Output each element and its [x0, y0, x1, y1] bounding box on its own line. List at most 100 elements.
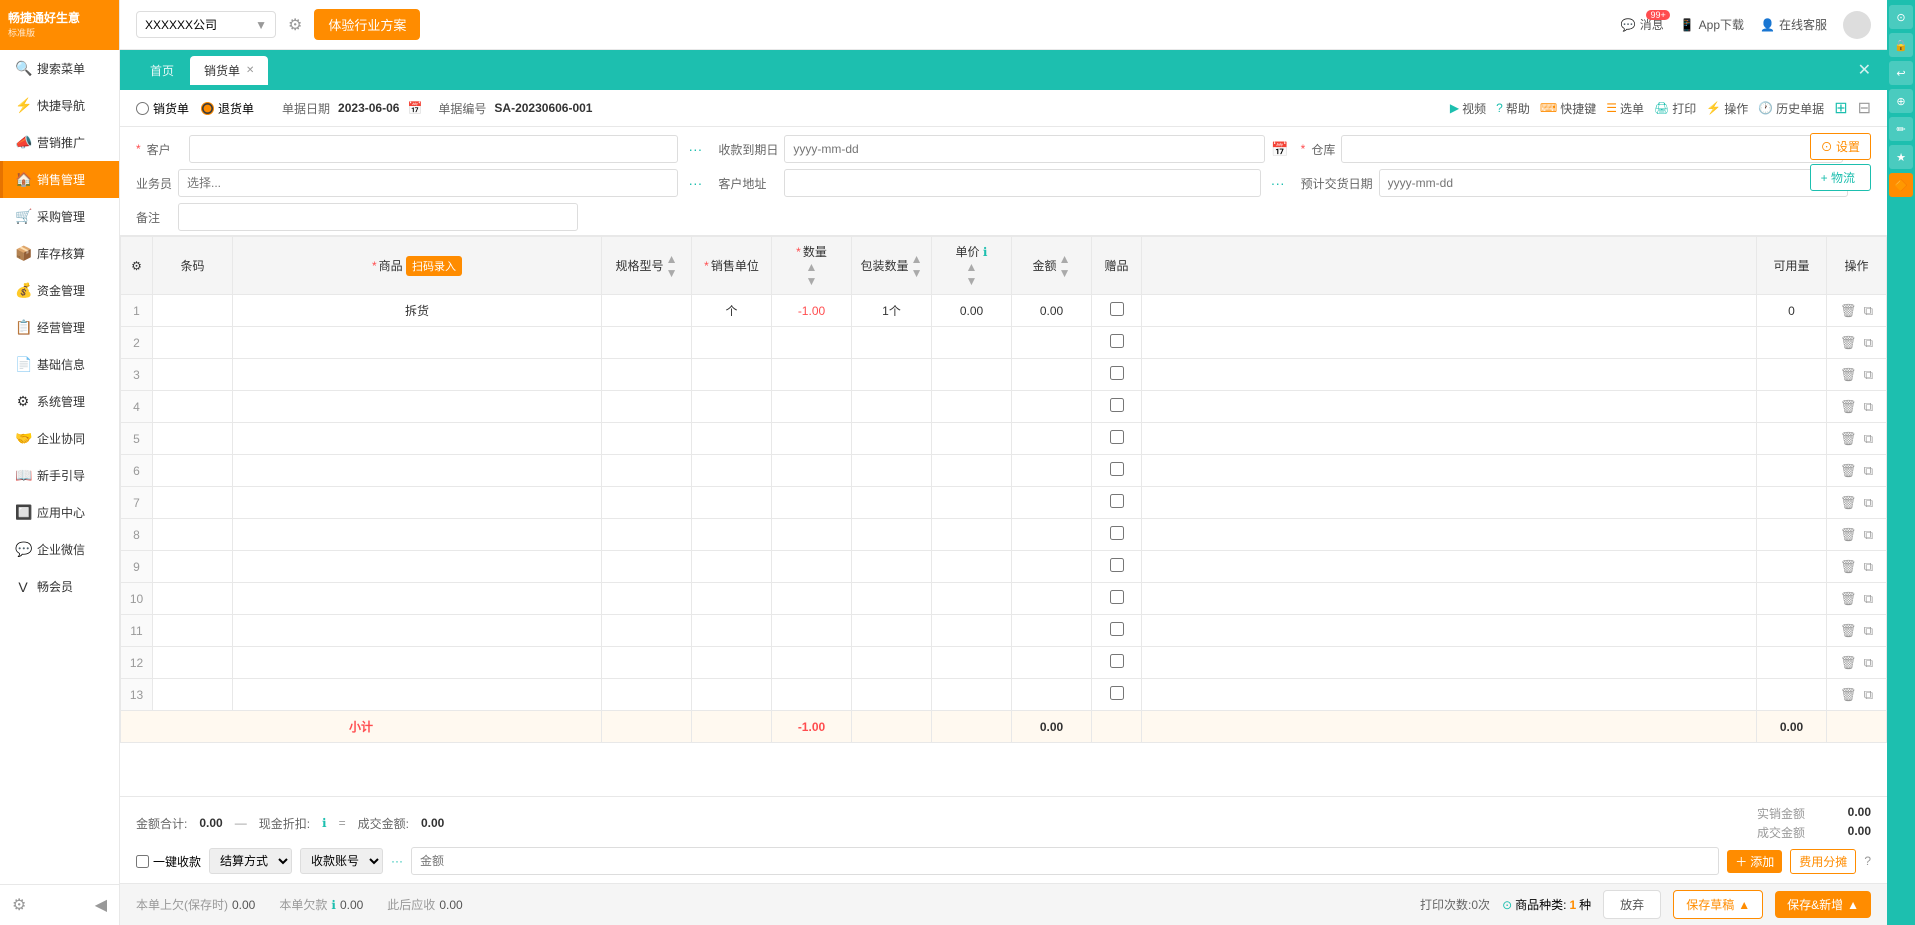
- warehouse-input[interactable]: 建材仓: [1341, 135, 1843, 163]
- row-gift-12[interactable]: [1092, 679, 1142, 711]
- row-product-4[interactable]: [233, 423, 602, 455]
- row-barcode-0[interactable]: [153, 295, 233, 327]
- copy-icon-10[interactable]: ⧉: [1864, 623, 1873, 638]
- row-spec-5[interactable]: [602, 455, 692, 487]
- row-qty-8[interactable]: [772, 551, 852, 583]
- row-pack-qty-0[interactable]: 1个: [852, 295, 932, 327]
- row-gift-2[interactable]: [1092, 359, 1142, 391]
- barcode-input-1[interactable]: [161, 336, 224, 350]
- row-amount-12[interactable]: [1012, 679, 1092, 711]
- row-price-9[interactable]: [932, 583, 1012, 615]
- row-gift-11[interactable]: [1092, 647, 1142, 679]
- row-pack-qty-6[interactable]: [852, 487, 932, 519]
- row-product-11[interactable]: [233, 647, 602, 679]
- delete-icon-12[interactable]: 🗑: [1840, 687, 1857, 702]
- row-gift-6[interactable]: [1092, 487, 1142, 519]
- row-spec-1[interactable]: [602, 327, 692, 359]
- row-qty-4[interactable]: [772, 423, 852, 455]
- account-select[interactable]: 收款账号: [300, 848, 383, 874]
- row-gift-4[interactable]: [1092, 423, 1142, 455]
- row-qty-0[interactable]: -1.00: [772, 295, 852, 327]
- row-barcode-11[interactable]: [153, 647, 233, 679]
- expense-help-icon[interactable]: ?: [1864, 854, 1871, 868]
- video-btn[interactable]: ▶视频: [1450, 100, 1486, 117]
- view-toggle-1[interactable]: ⊞: [1834, 98, 1847, 118]
- delete-icon-1[interactable]: 🗑: [1840, 335, 1857, 350]
- barcode-input-3[interactable]: [161, 400, 224, 414]
- sidebar-item-13[interactable]: 💬企业微信: [0, 531, 119, 568]
- panel-btn-7[interactable]: 🔶: [1889, 173, 1913, 197]
- delete-icon-2[interactable]: 🗑: [1840, 367, 1857, 382]
- row-pack-qty-5[interactable]: [852, 455, 932, 487]
- row-price-1[interactable]: [932, 327, 1012, 359]
- sidebar-item-12[interactable]: 🔲应用中心: [0, 494, 119, 531]
- tab-home[interactable]: 首页: [136, 56, 188, 85]
- save-draft-button[interactable]: 保存草稿 ▲: [1673, 890, 1763, 919]
- row-qty-5[interactable]: [772, 455, 852, 487]
- delete-icon-11[interactable]: 🗑: [1840, 655, 1857, 670]
- sidebar-item-8[interactable]: 📄基础信息: [0, 346, 119, 383]
- row-gift-9[interactable]: [1092, 583, 1142, 615]
- row-unit-2[interactable]: [692, 359, 772, 391]
- row-unit-4[interactable]: [692, 423, 772, 455]
- row-spec-10[interactable]: [602, 615, 692, 647]
- row-product-7[interactable]: [233, 519, 602, 551]
- barcode-input-8[interactable]: [161, 560, 224, 574]
- col-gear-header[interactable]: ⚙: [121, 237, 153, 295]
- row-gift-0[interactable]: [1092, 295, 1142, 327]
- shortcut-btn[interactable]: ⌨快捷键: [1540, 100, 1596, 117]
- panel-btn-4[interactable]: ⊕: [1889, 89, 1913, 113]
- row-barcode-4[interactable]: [153, 423, 233, 455]
- sidebar-item-4[interactable]: 🛒采购管理: [0, 198, 119, 235]
- row-product-3[interactable]: [233, 391, 602, 423]
- row-barcode-6[interactable]: [153, 487, 233, 519]
- row-unit-1[interactable]: [692, 327, 772, 359]
- row-qty-1[interactable]: [772, 327, 852, 359]
- row-qty-3[interactable]: [772, 391, 852, 423]
- customer-input[interactable]: [189, 135, 679, 163]
- barcode-input-7[interactable]: [161, 528, 224, 542]
- add-button[interactable]: ＋ 添加: [1727, 850, 1782, 873]
- barcode-input-2[interactable]: [161, 368, 224, 382]
- row-pack-qty-9[interactable]: [852, 583, 932, 615]
- copy-icon-1[interactable]: ⧉: [1864, 335, 1873, 350]
- barcode-input-6[interactable]: [161, 496, 224, 510]
- amount-input[interactable]: [411, 847, 1719, 875]
- row-unit-8[interactable]: [692, 551, 772, 583]
- sidebar-item-1[interactable]: ⚡快捷导航: [0, 87, 119, 124]
- row-spec-2[interactable]: [602, 359, 692, 391]
- tab-close-all-icon[interactable]: ✕: [1858, 60, 1871, 80]
- notes-input[interactable]: [178, 203, 578, 231]
- row-product-9[interactable]: [233, 583, 602, 615]
- trial-button[interactable]: 体验行业方案: [314, 9, 420, 40]
- row-gift-7[interactable]: [1092, 519, 1142, 551]
- row-unit-11[interactable]: [692, 647, 772, 679]
- row-pack-qty-10[interactable]: [852, 615, 932, 647]
- print-btn[interactable]: 🖨打印: [1654, 100, 1696, 117]
- row-qty-7[interactable]: [772, 519, 852, 551]
- row-product-0[interactable]: 拆货: [233, 295, 602, 327]
- sidebar-item-6[interactable]: 💰资金管理: [0, 272, 119, 309]
- sidebar-item-11[interactable]: 📖新手引导: [0, 457, 119, 494]
- panel-btn-3[interactable]: ↩: [1889, 61, 1913, 85]
- row-barcode-9[interactable]: [153, 583, 233, 615]
- account-dots-btn[interactable]: ···: [391, 854, 403, 868]
- row-product-10[interactable]: [233, 615, 602, 647]
- delete-icon-4[interactable]: 🗑: [1840, 431, 1857, 446]
- row-spec-8[interactable]: [602, 551, 692, 583]
- row-price-12[interactable]: [932, 679, 1012, 711]
- row-pack-qty-1[interactable]: [852, 327, 932, 359]
- row-pack-qty-12[interactable]: [852, 679, 932, 711]
- delete-icon-3[interactable]: 🗑: [1840, 399, 1857, 414]
- barcode-input-9[interactable]: [161, 592, 224, 606]
- panel-btn-6[interactable]: ★: [1889, 145, 1913, 169]
- row-barcode-7[interactable]: [153, 519, 233, 551]
- row-barcode-10[interactable]: [153, 615, 233, 647]
- row-pack-qty-3[interactable]: [852, 391, 932, 423]
- copy-icon-5[interactable]: ⧉: [1864, 463, 1873, 478]
- row-gift-3[interactable]: [1092, 391, 1142, 423]
- row-gift-1[interactable]: [1092, 327, 1142, 359]
- copy-icon-3[interactable]: ⧉: [1864, 399, 1873, 414]
- panel-btn-2[interactable]: 🔒: [1889, 33, 1913, 57]
- row-amount-0[interactable]: 0.00: [1012, 295, 1092, 327]
